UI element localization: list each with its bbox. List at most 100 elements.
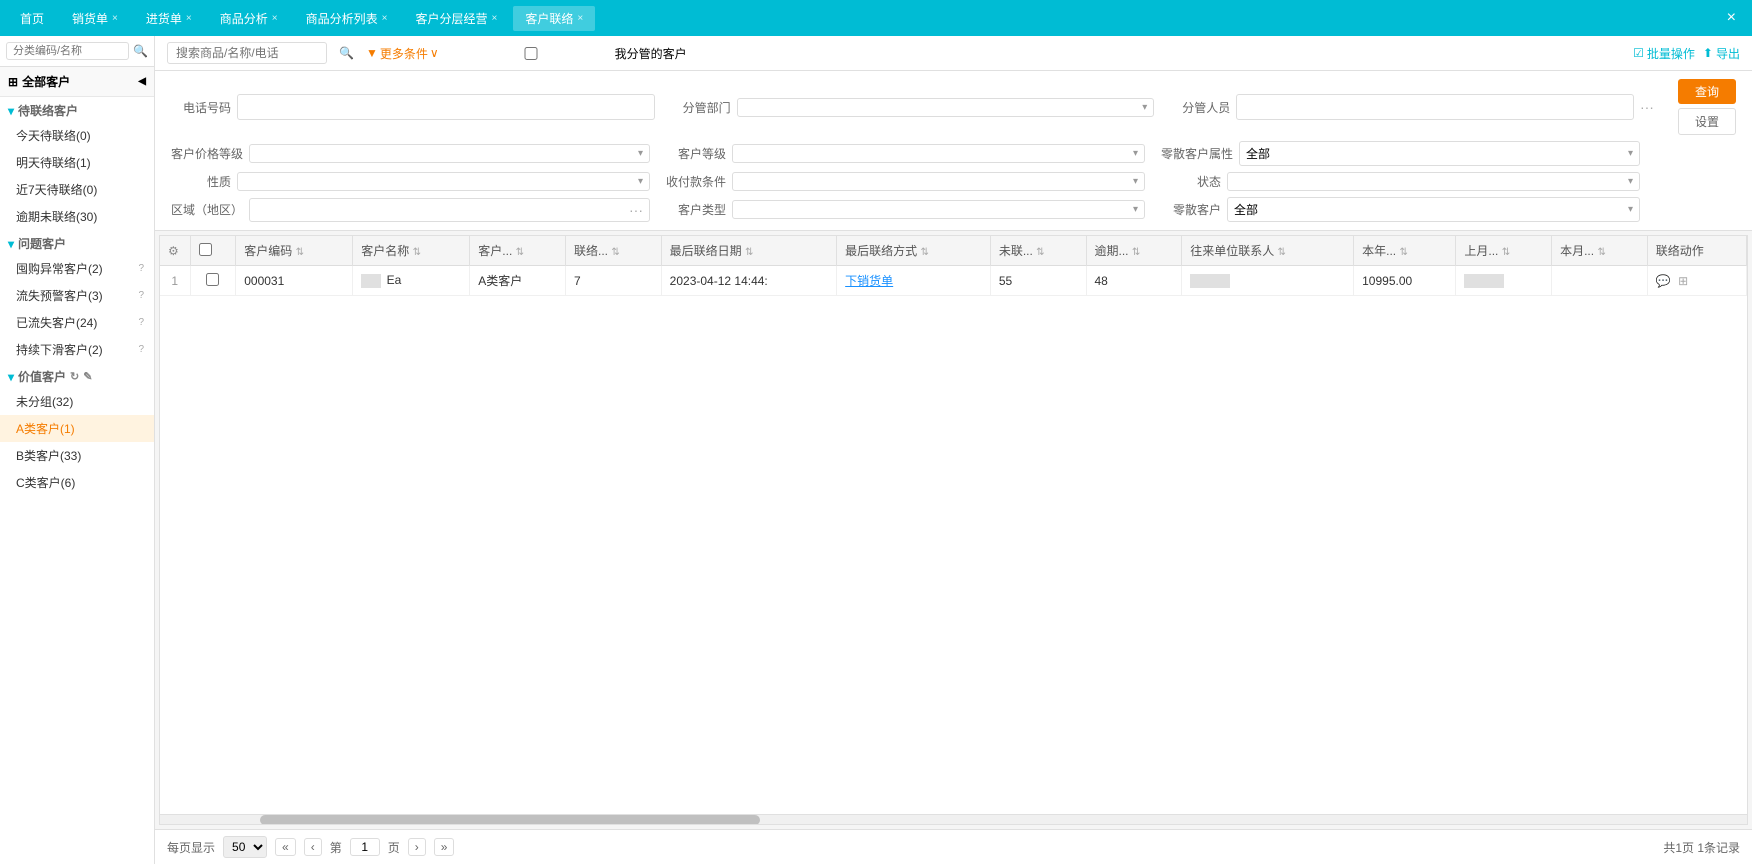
sidebar-item-abnormal[interactable]: 囤购异常客户(2) ?	[0, 255, 154, 282]
close-sales-icon[interactable]: ×	[112, 13, 118, 24]
filter-retail-customer: 零散客户 全部 ▾	[1161, 197, 1640, 222]
sidebar-item-tomorrow[interactable]: 明天待联络(1)	[0, 149, 154, 176]
action-chat-icon[interactable]: 💬	[1656, 274, 1671, 288]
name-column-header[interactable]: 客户名称 ⇅	[353, 236, 470, 266]
export-button[interactable]: ⬆ 导出	[1703, 45, 1740, 62]
next-page-button[interactable]: ›	[408, 838, 426, 856]
nav-customer-segment[interactable]: 客户分层经营 ×	[403, 6, 509, 31]
customer-table: ⚙ 客户编码 ⇅ 客户名称 ⇅ 客户... ⇅ 联络... ⇅ 最后联络日期 ⇅…	[160, 236, 1747, 296]
payment-select[interactable]: ▾	[732, 172, 1145, 191]
nav-sales[interactable]: 销货单 ×	[60, 6, 130, 31]
horizontal-scrollbar[interactable]	[160, 814, 1747, 824]
phone-input[interactable]	[237, 94, 655, 120]
close-purchase-icon[interactable]: ×	[186, 13, 192, 24]
last-contact-date-column-header[interactable]: 最后联络日期 ⇅	[661, 236, 837, 266]
status-select[interactable]: ▾	[1227, 172, 1640, 191]
search-input[interactable]	[167, 42, 327, 64]
sidebar-item-a-class[interactable]: A类客户(1)	[0, 415, 154, 442]
sidebar-item-today[interactable]: 今天待联络(0)	[0, 122, 154, 149]
region-select[interactable]: ···	[249, 198, 650, 222]
customer-type-select[interactable]: ▾	[732, 200, 1145, 219]
close-product-list-icon[interactable]: ×	[382, 13, 388, 24]
region-dots-icon[interactable]: ···	[629, 202, 643, 218]
sidebar-search-icon[interactable]: 🔍	[133, 44, 148, 58]
nav-home[interactable]: 首页	[8, 6, 56, 31]
category-column-header[interactable]: 客户... ⇅	[470, 236, 566, 266]
status-arrow-icon: ▾	[1628, 176, 1633, 187]
gear-column-header[interactable]: ⚙	[160, 236, 190, 266]
export-icon: ⬆	[1703, 46, 1713, 60]
search-button[interactable]: 🔍	[339, 46, 354, 60]
last-contact-date-cell: 2023-04-12 14:44:	[661, 266, 837, 296]
nav-purchase[interactable]: 进货单 ×	[134, 6, 204, 31]
close-customer-segment-icon[interactable]: ×	[491, 13, 497, 24]
contact-count-column-header[interactable]: 联络... ⇅	[565, 236, 661, 266]
nav-product-analysis[interactable]: 商品分析 ×	[208, 6, 290, 31]
retail-customer-select[interactable]: 全部 ▾	[1227, 197, 1640, 222]
nav-customer-contact[interactable]: 客户联络 ×	[513, 6, 595, 31]
all-customers-header[interactable]: ⊞ 全部客户 ◀	[0, 67, 154, 97]
action-qr-icon[interactable]: ⊞	[1678, 274, 1688, 288]
last-page-button[interactable]: »	[434, 838, 455, 856]
refresh-icon[interactable]: ↻	[70, 370, 79, 383]
last-contact-link[interactable]: 下销货单	[845, 274, 893, 288]
first-page-button[interactable]: «	[275, 838, 296, 856]
close-all-button[interactable]: ×	[1719, 5, 1744, 31]
last-month-column-header[interactable]: 上月... ⇅	[1456, 236, 1552, 266]
edit-icon[interactable]: ✎	[83, 370, 92, 383]
search-button-main[interactable]: 查询	[1678, 79, 1736, 104]
unit-contact-sort-icon: ⇅	[1278, 247, 1286, 258]
sidebar-item-declining[interactable]: 持续下滑客户(2) ?	[0, 336, 154, 363]
more-conditions-button[interactable]: ▼ 更多条件 ∨	[366, 45, 439, 62]
batch-operation-button[interactable]: ☑ 批量操作	[1633, 45, 1695, 62]
sidebar-item-lost[interactable]: 已流失客户(24) ?	[0, 309, 154, 336]
year-amount-column-header[interactable]: 本年... ⇅	[1354, 236, 1456, 266]
unit-contact-column-header[interactable]: 往来单位联系人 ⇅	[1182, 236, 1354, 266]
contact-count-cell: 7	[565, 266, 661, 296]
nature-select[interactable]: ▾	[237, 172, 650, 191]
person-input[interactable]	[1236, 94, 1634, 120]
select-all-checkbox[interactable]	[199, 243, 212, 256]
dept-select[interactable]: ▾	[737, 98, 1155, 117]
sidebar-item-ungrouped[interactable]: 未分组(32)	[0, 388, 154, 415]
sidebar-search-input[interactable]	[6, 42, 129, 60]
prev-page-button[interactable]: ‹	[304, 838, 322, 856]
overdue-column-header[interactable]: 逾期... ⇅	[1086, 236, 1182, 266]
nav-product-list[interactable]: 商品分析列表 ×	[294, 6, 400, 31]
this-month-sort-icon: ⇅	[1597, 247, 1605, 258]
dept-label: 分管部门	[671, 99, 731, 116]
row-checkbox[interactable]	[206, 273, 219, 286]
settings-button[interactable]: 设置	[1678, 108, 1736, 135]
sidebar-item-7days[interactable]: 近7天待联络(0)	[0, 176, 154, 203]
code-column-header[interactable]: 客户编码 ⇅	[236, 236, 353, 266]
close-product-analysis-icon[interactable]: ×	[272, 13, 278, 24]
retail-customer-label: 零散客户	[1161, 201, 1221, 218]
sidebar-item-c-class[interactable]: C类客户(6)	[0, 469, 154, 496]
not-contacted-column-header[interactable]: 未联... ⇅	[990, 236, 1086, 266]
pagination-bar: 每页显示 50 « ‹ 第 页 › » 共1页 1条记录	[155, 829, 1752, 864]
retail-customer-arrow-icon: ▾	[1628, 204, 1633, 215]
sidebar-item-overdue[interactable]: 逾期未联络(30)	[0, 203, 154, 230]
page-number-input[interactable]	[350, 838, 380, 856]
last-contact-type-column-header[interactable]: 最后联络方式 ⇅	[837, 236, 991, 266]
filter-price-level: 客户价格等级 ▾	[171, 144, 650, 163]
price-level-select[interactable]: ▾	[249, 144, 650, 163]
close-customer-contact-icon[interactable]: ×	[577, 13, 583, 24]
name-sort-icon: ⇅	[413, 247, 421, 258]
customer-level-select[interactable]: ▾	[732, 144, 1145, 163]
pending-contact-section: ▾ 待联络客户	[0, 97, 154, 122]
sidebar-item-b-class[interactable]: B类客户(33)	[0, 442, 154, 469]
data-table-container: ⚙ 客户编码 ⇅ 客户名称 ⇅ 客户... ⇅ 联络... ⇅ 最后联络日期 ⇅…	[159, 235, 1748, 825]
customer-type-arrow-icon: ▾	[1133, 204, 1138, 215]
retail-attr-select[interactable]: 全部 ▾	[1239, 141, 1640, 166]
sidebar-item-warning[interactable]: 流失预警客户(3) ?	[0, 282, 154, 309]
my-customers-checkbox[interactable]	[451, 47, 611, 60]
this-month-column-header[interactable]: 本月... ⇅	[1552, 236, 1648, 266]
page-size-select[interactable]: 50	[223, 836, 267, 858]
year-sort-icon: ⇅	[1399, 247, 1407, 258]
overdue-sort-icon: ⇅	[1132, 247, 1140, 258]
scrollbar-thumb[interactable]	[260, 815, 760, 825]
filter-row-2: 客户价格等级 ▾ 客户等级 ▾ 零散客户属性 全部 ▾	[171, 141, 1736, 166]
person-dots-icon[interactable]: ···	[1640, 99, 1654, 115]
last-contact-type-cell: 下销货单	[837, 266, 991, 296]
